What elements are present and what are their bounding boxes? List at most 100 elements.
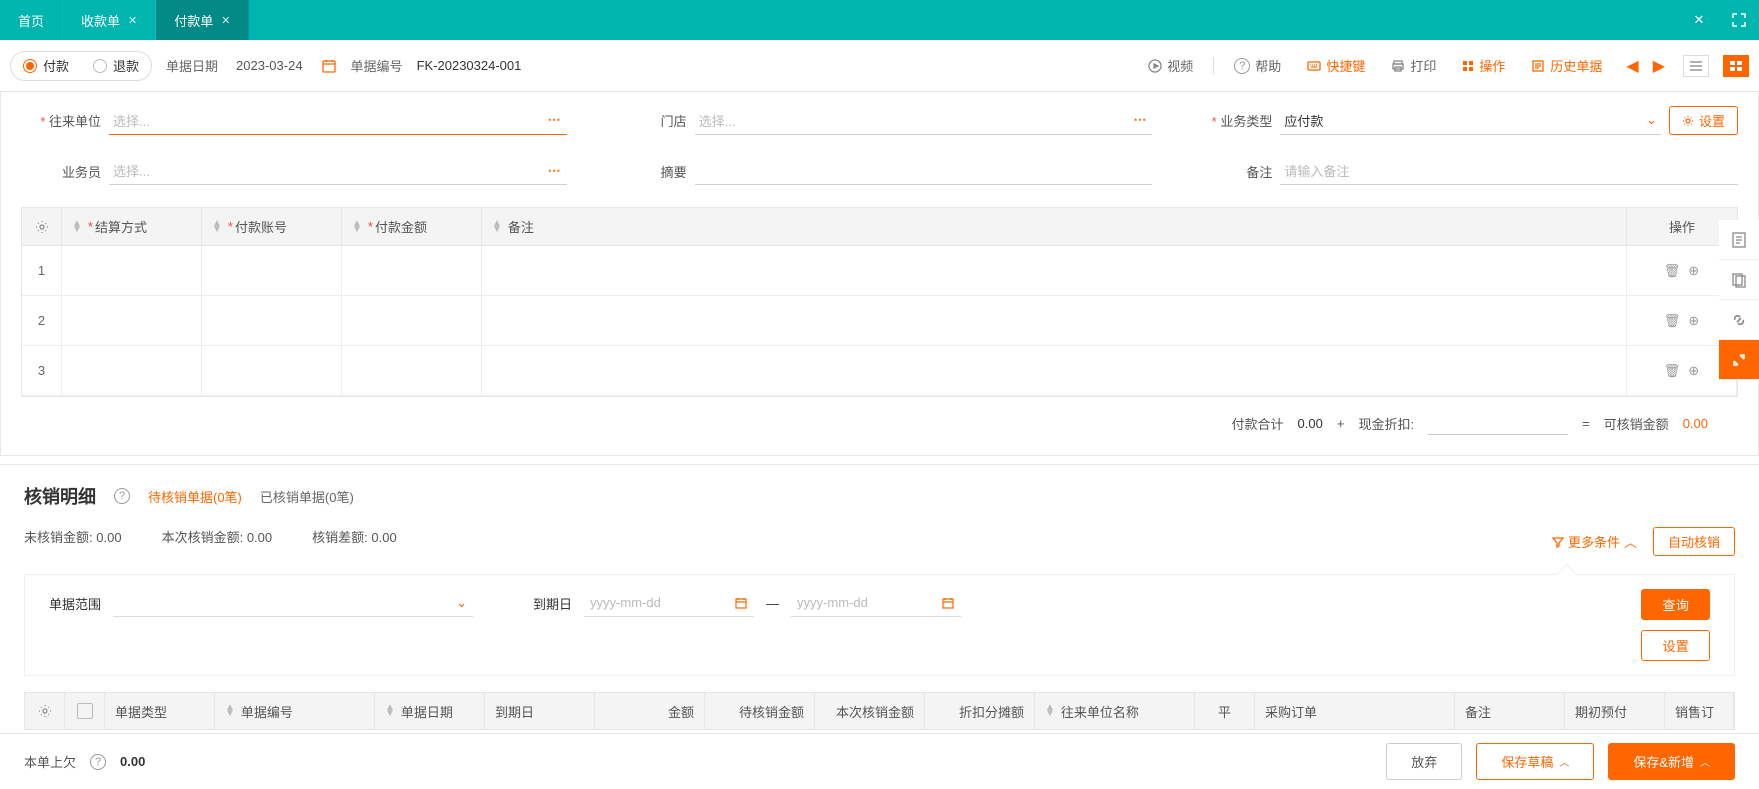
tab-home[interactable]: 首页 — [0, 0, 63, 40]
due-label: 到期日 — [533, 594, 572, 613]
col-amount[interactable]: ▲▼*付款金额 — [342, 208, 482, 245]
calendar-icon — [941, 596, 955, 610]
cash-discount-input[interactable] — [1428, 411, 1568, 435]
table-settings-icon[interactable] — [22, 208, 62, 245]
save-new-button[interactable]: 保存&新增︿ — [1608, 743, 1735, 780]
range-select[interactable]: ⌄ — [113, 589, 473, 617]
rail-draft-icon[interactable] — [1719, 220, 1759, 260]
table-row[interactable]: 2 🗑⊕ — [22, 296, 1737, 346]
done-tab[interactable]: 已核销单据(0笔) — [260, 487, 354, 506]
payment-table: ▲▼*结算方式 ▲▼*付款账号 ▲▼*付款金额 ▲▼备注 操作 1 🗑⊕ 2 🗑… — [21, 207, 1738, 397]
col-method[interactable]: ▲▼*结算方式 — [62, 208, 202, 245]
calendar-icon[interactable] — [321, 58, 337, 74]
col-due-date[interactable]: 到期日 — [485, 693, 595, 729]
remark-input[interactable]: 请输入备注 — [1280, 157, 1738, 185]
save-draft-button[interactable]: 保存草稿︿ — [1476, 743, 1594, 780]
bill-no-label: 单据编号 — [351, 56, 403, 75]
view-list-icon[interactable] — [1683, 55, 1709, 77]
help-button[interactable]: ?帮助 — [1228, 56, 1287, 75]
select-all-checkbox[interactable] — [65, 693, 105, 729]
col-bill-no[interactable]: ▲▼单据编号 — [215, 693, 375, 729]
table-row[interactable]: 3 🗑⊕ — [22, 346, 1737, 396]
help-icon[interactable]: ? — [90, 754, 106, 770]
section-title: 核销明细 — [24, 483, 96, 509]
col-bill-type[interactable]: 单据类型 — [105, 693, 215, 729]
owe-label: 本单上欠 — [24, 752, 76, 771]
col-unit-name[interactable]: ▲▼往来单位名称 — [1035, 693, 1195, 729]
store-input[interactable]: 选择...⋯ — [695, 107, 1153, 135]
next-icon[interactable]: ▶ — [1649, 56, 1669, 76]
print-button[interactable]: 打印 — [1385, 56, 1442, 75]
rail-copy-icon[interactable] — [1719, 260, 1759, 300]
col-remark[interactable]: ▲▼备注 — [482, 208, 1627, 245]
store-label: 门店 — [607, 111, 687, 130]
close-icon[interactable]: ✕ — [128, 14, 137, 27]
col-pending-amount[interactable]: 待核销金额 — [705, 693, 815, 729]
col-discount-alloc[interactable]: 折扣分摊额 — [925, 693, 1035, 729]
chevron-down-icon: ⌄ — [456, 595, 467, 611]
col-amount[interactable]: 金额 — [595, 693, 705, 729]
unit-label: 往来单位 — [21, 111, 101, 130]
query-button[interactable]: 查询 — [1641, 589, 1710, 620]
abandon-button[interactable]: 放弃 — [1386, 743, 1462, 780]
window-close-button[interactable]: ✕ — [1679, 0, 1719, 40]
col-balance[interactable]: 平 — [1195, 693, 1255, 729]
col-remark[interactable]: 备注 — [1455, 693, 1565, 729]
due-date-to[interactable]: yyyy-mm-dd — [791, 589, 961, 617]
col-this-amount[interactable]: 本次核销金额 — [815, 693, 925, 729]
fullscreen-icon[interactable] — [1719, 0, 1759, 40]
biztype-select[interactable]: 应付款⌄ — [1280, 107, 1661, 135]
prev-icon[interactable]: ◀ — [1622, 56, 1642, 76]
shortcut-button[interactable]: 快捷键 — [1301, 56, 1371, 75]
delete-icon[interactable]: 🗑 — [1660, 363, 1685, 379]
biztype-label: 业务类型 — [1192, 111, 1272, 130]
due-date-from[interactable]: yyyy-mm-dd — [584, 589, 754, 617]
salesman-label: 业务员 — [21, 162, 101, 181]
delete-icon[interactable]: 🗑 — [1660, 313, 1685, 329]
col-bill-date[interactable]: ▲▼单据日期 — [375, 693, 485, 729]
summary-line: 付款合计0.00 + 现金折扣: = 可核销金额0.00 — [21, 397, 1738, 449]
filter-settings-button[interactable]: 设置 — [1641, 630, 1710, 661]
operate-button[interactable]: 操作 — [1456, 56, 1511, 75]
table-row[interactable]: 1 🗑⊕ — [22, 246, 1737, 296]
rail-link-icon[interactable] — [1719, 300, 1759, 340]
ellipsis-icon[interactable]: ⋯ — [548, 112, 563, 128]
tab-payment[interactable]: 付款单✕ — [156, 0, 249, 40]
salesman-input[interactable]: 选择...⋯ — [109, 157, 567, 185]
bill-date-label: 单据日期 — [166, 56, 218, 75]
more-conditions-toggle[interactable]: 更多条件︿ — [1552, 532, 1637, 551]
remark-label: 备注 — [1192, 162, 1272, 181]
rail-expand-icon[interactable] — [1719, 340, 1759, 380]
form-area: 往来单位 选择...⋯ 门店 选择...⋯ 业务类型 应付款⌄ 设置 业务员 选… — [0, 92, 1759, 456]
delete-icon[interactable]: 🗑 — [1660, 263, 1685, 279]
help-icon: ? — [1234, 58, 1250, 74]
table-settings-icon[interactable] — [25, 693, 65, 729]
ellipsis-icon[interactable]: ⋯ — [1133, 112, 1148, 128]
history-button[interactable]: 历史单据 — [1525, 56, 1608, 75]
col-sales-order[interactable]: 销售订 — [1665, 693, 1734, 729]
add-row-icon[interactable]: ⊕ — [1684, 363, 1703, 379]
add-row-icon[interactable]: ⊕ — [1684, 263, 1703, 279]
help-icon[interactable]: ? — [114, 488, 130, 504]
radio-pay[interactable]: 付款 — [11, 52, 81, 80]
pending-tab[interactable]: 待核销单据(0笔) — [148, 487, 242, 506]
video-button[interactable]: 视频 — [1142, 56, 1199, 75]
range-label: 单据范围 — [49, 594, 101, 613]
bill-no-value: FK-20230324-001 — [417, 58, 522, 73]
calendar-icon — [734, 596, 748, 610]
history-nav: ◀ ▶ — [1622, 56, 1669, 76]
col-purchase-order[interactable]: 采购订单 — [1255, 693, 1455, 729]
close-icon[interactable]: ✕ — [221, 14, 230, 27]
ellipsis-icon[interactable]: ⋯ — [548, 163, 563, 179]
col-account[interactable]: ▲▼*付款账号 — [202, 208, 342, 245]
add-row-icon[interactable]: ⊕ — [1684, 313, 1703, 329]
col-initial-prepay[interactable]: 期初预付 — [1565, 693, 1665, 729]
tab-receipt[interactable]: 收款单✕ — [63, 0, 156, 40]
auto-writeoff-button[interactable]: 自动核销 — [1653, 527, 1735, 556]
unit-input[interactable]: 选择...⋯ — [109, 107, 567, 135]
radio-refund[interactable]: 退款 — [81, 52, 151, 80]
summary-input[interactable] — [695, 157, 1153, 185]
right-rail — [1719, 40, 1759, 380]
chevron-down-icon[interactable]: ⌄ — [1646, 112, 1657, 128]
bill-date-value[interactable]: 2023-03-24 — [236, 58, 303, 73]
